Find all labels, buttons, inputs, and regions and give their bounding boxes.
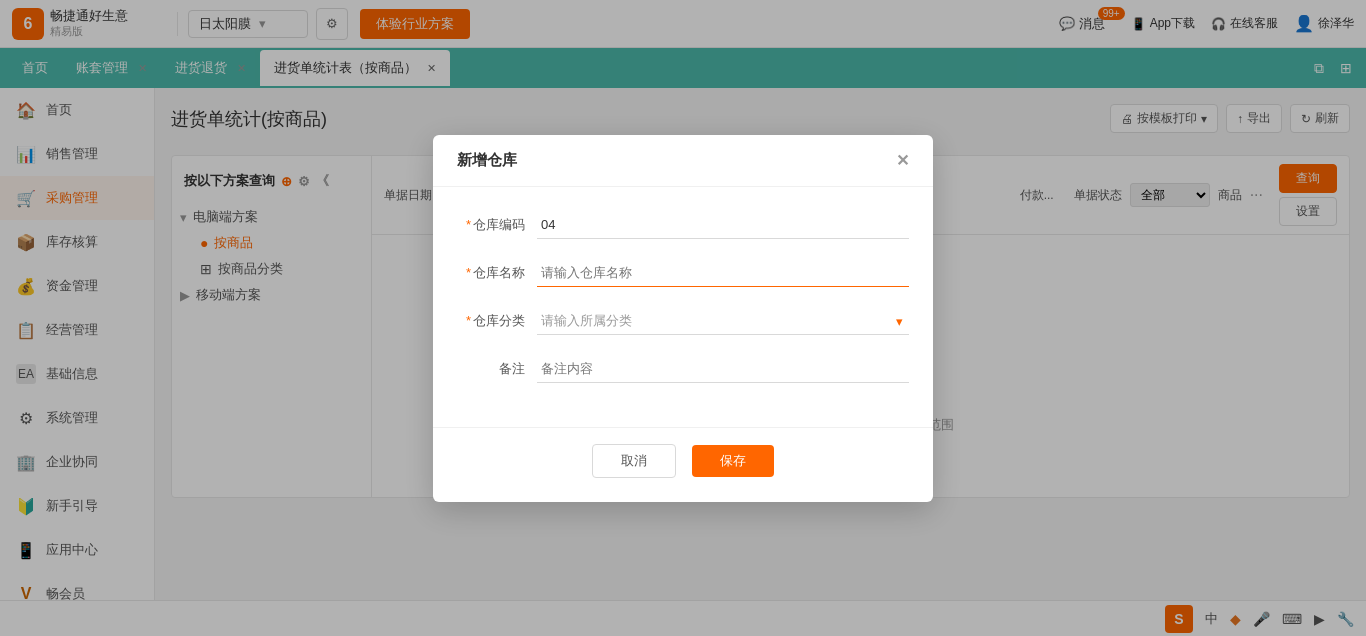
new-warehouse-modal: 新增仓库 ✕ 仓库编码 仓库名称 仓库分类 请输入所属分类 ▾	[433, 135, 933, 502]
warehouse-code-input[interactable]	[537, 211, 909, 239]
modal-footer: 取消 保存	[433, 427, 933, 502]
form-row-name: 仓库名称	[457, 259, 909, 287]
name-label: 仓库名称	[457, 264, 537, 282]
modal-body: 仓库编码 仓库名称 仓库分类 请输入所属分类 ▾ 备注	[433, 187, 933, 427]
remark-label: 备注	[457, 360, 537, 378]
category-label: 仓库分类	[457, 312, 537, 330]
modal-overlay[interactable]: 新增仓库 ✕ 仓库编码 仓库名称 仓库分类 请输入所属分类 ▾	[0, 0, 1366, 636]
modal-header: 新增仓库 ✕	[433, 135, 933, 187]
code-label: 仓库编码	[457, 216, 537, 234]
save-button[interactable]: 保存	[692, 445, 774, 477]
category-select-wrap: 请输入所属分类 ▾	[537, 307, 909, 335]
form-row-code: 仓库编码	[457, 211, 909, 239]
remark-input[interactable]	[537, 355, 909, 383]
category-select[interactable]: 请输入所属分类	[537, 307, 909, 335]
form-row-remark: 备注	[457, 355, 909, 383]
form-row-category: 仓库分类 请输入所属分类 ▾	[457, 307, 909, 335]
modal-close-button[interactable]: ✕	[896, 151, 909, 170]
cancel-button[interactable]: 取消	[592, 444, 676, 478]
modal-title: 新增仓库	[457, 151, 517, 170]
warehouse-name-input[interactable]	[537, 259, 909, 287]
